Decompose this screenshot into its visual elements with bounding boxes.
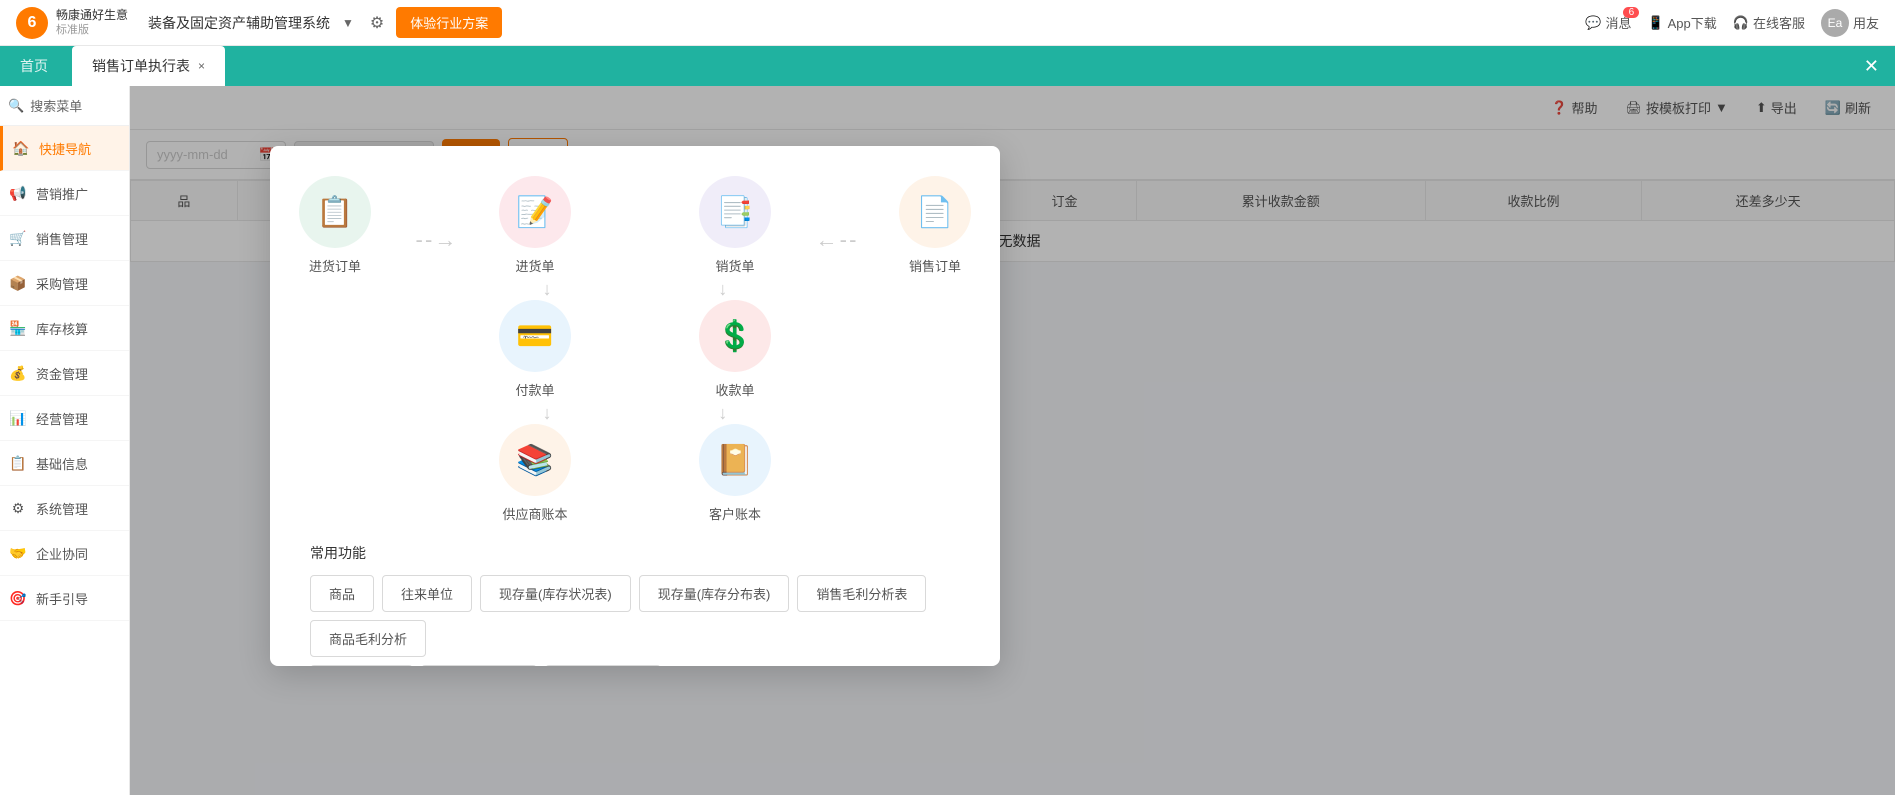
customer-ledger-icon: 📔 [699, 424, 771, 496]
content-area: ❓ 帮助 🖨 按模板打印 ▼ ⬆ 导出 🔄 刷新 yyyy-mm-dd 📅 [130, 86, 1895, 795]
settings-icon[interactable]: ⚙ [370, 13, 384, 33]
func-btn-sales-profit[interactable]: 销售毛利分析表 [797, 575, 926, 612]
func-btn-product[interactable]: 商品 [310, 575, 374, 612]
dropdown-icon[interactable]: ▼ [342, 16, 354, 30]
supplier-ledger-node[interactable]: 📚 供应商账本 [465, 424, 605, 523]
arrow-left-1: ← - - [816, 227, 855, 253]
avatar: Ea [1821, 9, 1849, 37]
customer-ledger-node[interactable]: 📔 客户账本 [665, 424, 805, 523]
func-btn-stock-dist[interactable]: 现存量(库存分布表) [639, 575, 790, 612]
sales-bill-icon: 📑 [699, 176, 771, 248]
header-right: 💬 消息 6 📱 App下载 🎧 在线客服 Ea 用友 [1585, 9, 1879, 37]
sales-icon: 🛒 [8, 228, 28, 248]
purchase-icon: 📦 [8, 273, 28, 293]
payment-bill-node[interactable]: 💳 付款单 [465, 300, 605, 399]
user-item[interactable]: Ea 用友 [1821, 9, 1879, 37]
sales-order-node[interactable]: 📄 销售订单 [865, 176, 1000, 275]
func-btn-partner[interactable]: 往来单位 [382, 575, 472, 612]
sidebar: 🔍 搜索菜单 🏠 快捷导航 📢 营销推广 🛒 销售管理 📦 采购管理 🏪 库存核… [0, 86, 130, 795]
top-header: 6 畅康通好生意 标准版 装备及固定资产辅助管理系统 ▼ ⚙ 体验行业方案 💬 … [0, 0, 1895, 46]
sales-bill-node[interactable]: 📑 销货单 [665, 176, 805, 275]
logo-icon: 6 [16, 7, 48, 39]
purchase-order-node[interactable]: 📋 进货订单 [270, 176, 405, 275]
func-btn-stock-status[interactable]: 现存量(库存状况表) [480, 575, 631, 612]
logo-text: 畅康通好生意 标准版 [56, 8, 128, 38]
headset-icon: 🎧 [1733, 15, 1749, 31]
func-btn-receipt-stats[interactable]: 收款情况统计 [421, 665, 537, 666]
logo-area: 6 畅康通好生意 标准版 [16, 7, 136, 39]
func-btn-payment-stats[interactable]: 付款情况统计 [545, 665, 661, 666]
operation-icon: 📊 [8, 408, 28, 428]
sidebar-item-operation[interactable]: 📊 经营管理 [0, 396, 129, 441]
message-item[interactable]: 💬 消息 6 [1585, 13, 1631, 32]
common-functions: 常用功能 商品 往来单位 现存量(库存状况表) 现存量(库存分布表) 销售毛利分… [310, 543, 960, 666]
modal-overlay: 📋 进货订单 - - → 📝 进货单 [130, 86, 1895, 795]
main-layout: 🔍 搜索菜单 🏠 快捷导航 📢 营销推广 🛒 销售管理 📦 采购管理 🏪 库存核… [0, 86, 1895, 795]
home-icon: 🏠 [11, 138, 31, 158]
down-arrow-purchase: ↓ [543, 279, 552, 300]
system-title: 装备及固定资产辅助管理系统 [148, 13, 330, 33]
func-btn-product-profit[interactable]: 商品毛利分析 [310, 620, 426, 657]
search-icon: 🔍 [8, 98, 24, 114]
basic-info-icon: 📋 [8, 453, 28, 473]
tab-sales-order[interactable]: 销售订单执行表 × [72, 46, 225, 86]
tab-bar: 首页 销售订单执行表 × ✕ [0, 46, 1895, 86]
purchase-bill-icon: 📝 [499, 176, 571, 248]
receipt-bill-icon: 💲 [699, 300, 771, 372]
sidebar-item-basic-info[interactable]: 📋 基础信息 [0, 441, 129, 486]
phone-icon: 📱 [1647, 15, 1663, 31]
purchase-order-icon: 📋 [299, 176, 371, 248]
message-badge: 6 [1623, 7, 1639, 18]
modal: 📋 进货订单 - - → 📝 进货单 [270, 146, 1000, 666]
trial-button[interactable]: 体验行业方案 [396, 7, 502, 38]
sidebar-item-newbie[interactable]: 🎯 新手引导 [0, 576, 129, 621]
sidebar-item-system[interactable]: ⚙ 系统管理 [0, 486, 129, 531]
sales-order-icon: 📄 [899, 176, 971, 248]
inventory-icon: 🏪 [8, 318, 28, 338]
tab-bar-close-icon[interactable]: ✕ [1864, 56, 1879, 77]
sidebar-item-inventory[interactable]: 🏪 库存核算 [0, 306, 129, 351]
tab-close-icon[interactable]: × [198, 59, 205, 73]
down-arrow-payment: ↓ [543, 403, 552, 424]
sidebar-item-purchase[interactable]: 📦 采购管理 [0, 261, 129, 306]
newbie-icon: 🎯 [8, 588, 28, 608]
enterprise-icon: 🤝 [8, 543, 28, 563]
receipt-bill-node[interactable]: 💲 收款单 [665, 300, 805, 399]
online-service-item[interactable]: 🎧 在线客服 [1733, 13, 1805, 32]
sidebar-item-quick-nav[interactable]: 🏠 快捷导航 [0, 126, 129, 171]
down-arrow-sales: ↓ [718, 279, 727, 300]
tab-home[interactable]: 首页 [0, 46, 68, 86]
marketing-icon: 📢 [8, 183, 28, 203]
message-icon: 💬 [1585, 15, 1601, 31]
func-buttons-row2: 销售排行榜 收款情况统计 付款情况统计 [310, 665, 960, 666]
common-functions-title: 常用功能 [310, 543, 960, 563]
sidebar-item-marketing[interactable]: 📢 营销推广 [0, 171, 129, 216]
down-arrow-receipt: ↓ [718, 403, 727, 424]
supplier-ledger-icon: 📚 [499, 424, 571, 496]
func-buttons: 商品 往来单位 现存量(库存状况表) 现存量(库存分布表) 销售毛利分析表 商品… [310, 575, 960, 657]
sidebar-search[interactable]: 🔍 搜索菜单 [0, 86, 129, 126]
func-btn-sales-ranking[interactable]: 销售排行榜 [310, 665, 413, 666]
system-icon: ⚙ [8, 498, 28, 518]
sidebar-item-finance[interactable]: 💰 资金管理 [0, 351, 129, 396]
sidebar-item-sales[interactable]: 🛒 销售管理 [0, 216, 129, 261]
finance-icon: 💰 [8, 363, 28, 383]
sidebar-item-enterprise[interactable]: 🤝 企业协同 [0, 531, 129, 576]
arrow-right-1: - - → [416, 227, 455, 253]
payment-bill-icon: 💳 [499, 300, 571, 372]
purchase-bill-node[interactable]: 📝 进货单 [465, 176, 605, 275]
app-download-item[interactable]: 📱 App下载 [1647, 13, 1716, 32]
